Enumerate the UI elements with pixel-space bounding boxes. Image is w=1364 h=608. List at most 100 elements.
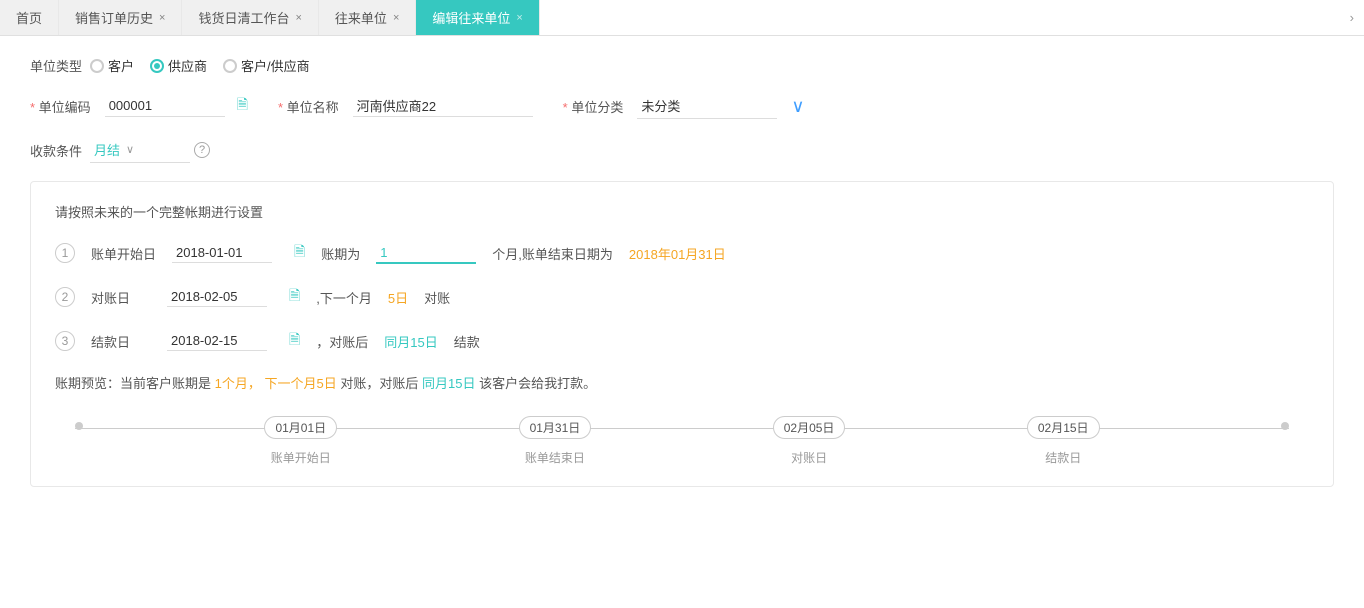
tab-counterparty[interactable]: 往来单位 × [319, 0, 416, 35]
period-cal-1[interactable]: 🗎 [294, 241, 305, 265]
timeline-points: 01月01日 账单开始日 01月31日 账单结束日 02月05日 对账日 02月… [75, 416, 1289, 466]
payment-terms-chevron[interactable]: ∨ [126, 143, 134, 156]
period-num-1: 1 [55, 243, 75, 263]
unit-category-value: 未分类 [641, 96, 680, 115]
unit-category-chevron[interactable]: ∨ [791, 96, 804, 117]
unit-name-input[interactable] [353, 95, 533, 117]
tab-scroll-arrow[interactable]: › [1340, 0, 1364, 35]
tab-counterparty-label: 往来单位 [335, 8, 387, 27]
timeline-badge-4: 02月15日 [1027, 416, 1100, 439]
unit-type-row: 单位类型 客户 供应商 客户/供应商 [30, 56, 1334, 75]
preview-reconcile: 下一个月5日 [265, 376, 337, 391]
radio-customer[interactable]: 客户 [90, 56, 134, 75]
period-highlight-3: 同月15日 [384, 332, 437, 351]
timeline-left-end [75, 422, 83, 430]
tab-edit-counterparty-label: 编辑往来单位 [432, 8, 510, 27]
period-date-1[interactable] [172, 243, 272, 263]
tab-sales-history[interactable]: 销售订单历史 × [59, 0, 182, 35]
unit-type-label: 单位类型 [30, 56, 82, 75]
unit-category-label: 单位分类 [563, 97, 624, 116]
period-num-2: 2 [55, 287, 75, 307]
tab-counterparty-close[interactable]: × [393, 12, 399, 24]
payment-terms-value: 月结 [94, 140, 120, 159]
timeline-label-1: 账单开始日 [271, 449, 331, 466]
timeline-label-3: 对账日 [791, 449, 827, 466]
unit-category-select[interactable]: 未分类 [637, 93, 777, 119]
period-suffix-2: 对账 [424, 288, 450, 307]
tab-cash-ledger[interactable]: 钱货日清工作台 × [182, 0, 318, 35]
period-months-input[interactable] [376, 243, 476, 264]
preview-period: 1个月， [215, 376, 261, 391]
tab-sales-history-close[interactable]: × [159, 12, 165, 24]
tab-edit-counterparty-close[interactable]: × [516, 12, 522, 24]
unit-details-row: 单位编码 🗎 单位名称 单位分类 未分类 ∨ [30, 93, 1334, 119]
arrow-right-icon: › [1350, 10, 1354, 25]
unit-code-cal-icon[interactable]: 🗎 [237, 94, 248, 118]
preview-reconcile-suffix: 对账，对账后 [340, 376, 418, 391]
timeline-badge-1: 01月01日 [264, 416, 337, 439]
payment-terms-select[interactable]: 月结 ∨ [90, 137, 190, 163]
radio-supplier-label: 供应商 [168, 56, 207, 75]
period-row-3: 3 结款日 🗎 ，对账后 同月15日 结款 [55, 329, 1309, 353]
radio-supplier-circle [150, 59, 164, 73]
section-title: 请按照未来的一个完整帐期进行设置 [55, 202, 1309, 221]
account-period-section: 请按照未来的一个完整帐期进行设置 1 账单开始日 🗎 账期为 个月,账单结束日期… [30, 181, 1334, 487]
period-date-3[interactable] [167, 331, 267, 351]
timeline-point-4: 02月15日 结款日 [1027, 416, 1100, 466]
payment-terms-row: 收款条件 月结 ∨ ? [30, 137, 1334, 163]
timeline-badge-3: 02月05日 [773, 416, 846, 439]
period-label-1: 账单开始日 [91, 244, 156, 263]
tab-edit-counterparty[interactable]: 编辑往来单位 × [416, 0, 539, 35]
period-end-date: 2018年01月31日 [629, 244, 726, 263]
preview-text: 账期预览：当前客户账期是 1个月， 下一个月5日 对账，对账后 同月15日 该客… [55, 373, 1309, 392]
tab-cash-ledger-label: 钱货日清工作台 [198, 8, 289, 27]
period-num-3: 3 [55, 331, 75, 351]
period-highlight-2: 5日 [388, 288, 408, 307]
main-content: 单位类型 客户 供应商 客户/供应商 单位编码 🗎 单位名称 [0, 36, 1364, 608]
help-icon[interactable]: ? [194, 142, 210, 158]
payment-terms-label: 收款条件 [30, 141, 82, 160]
period-row-2: 2 对账日 🗎 ,下一个月 5日 对账 [55, 285, 1309, 309]
timeline-end-dot [1281, 422, 1289, 430]
timeline-point-3: 02月05日 对账日 [773, 416, 846, 466]
timeline-label-2: 账单结束日 [525, 449, 585, 466]
radio-customer-label: 客户 [108, 56, 134, 75]
tab-home-label: 首页 [16, 8, 42, 27]
period-suffix-3: 结款 [454, 332, 480, 351]
timeline: 01月01日 账单开始日 01月31日 账单结束日 02月05日 对账日 02月… [55, 416, 1309, 466]
unit-code-label: 单位编码 [30, 97, 91, 116]
period-prefix-3: ，对账后 [316, 332, 368, 351]
timeline-label-4: 结款日 [1045, 449, 1081, 466]
tab-sales-history-label: 销售订单历史 [75, 8, 153, 27]
radio-both-label: 客户/供应商 [241, 56, 310, 75]
tab-cash-ledger-close[interactable]: × [295, 12, 301, 24]
radio-supplier[interactable]: 供应商 [150, 56, 207, 75]
unit-name-label: 单位名称 [278, 97, 339, 116]
tab-home[interactable]: 首页 [0, 0, 59, 35]
timeline-point-2: 01月31日 账单结束日 [519, 416, 592, 466]
period-cal-3[interactable]: 🗎 [289, 329, 300, 353]
period-row-1: 1 账单开始日 🗎 账期为 个月,账单结束日期为 2018年01月31日 [55, 241, 1309, 265]
timeline-start-dot [75, 422, 83, 430]
radio-both[interactable]: 客户/供应商 [223, 56, 310, 75]
timeline-right-end [1281, 422, 1289, 430]
preview-payment: 同月15日 [422, 376, 475, 391]
preview-label: 账期预览：当前客户账期是 [55, 376, 211, 391]
preview-payment-suffix: 该客户会给我打款。 [479, 376, 596, 391]
period-prefix-2: ,下一个月 [316, 288, 372, 307]
tabs-bar: 首页 销售订单历史 × 钱货日清工作台 × 往来单位 × 编辑往来单位 × › [0, 0, 1364, 36]
period-suffix-1b: 个月,账单结束日期为 [492, 244, 613, 263]
period-label-2: 对账日 [91, 288, 151, 307]
radio-both-circle [223, 59, 237, 73]
radio-customer-circle [90, 59, 104, 73]
unit-type-radio-group: 客户 供应商 客户/供应商 [90, 56, 310, 75]
period-suffix-1a: 账期为 [321, 244, 360, 263]
timeline-badge-2: 01月31日 [519, 416, 592, 439]
period-date-2[interactable] [167, 287, 267, 307]
unit-category-group: 单位分类 未分类 ∨ [563, 93, 805, 119]
period-label-3: 结款日 [91, 332, 151, 351]
unit-code-input[interactable] [105, 95, 225, 117]
unit-code-group: 单位编码 🗎 [30, 94, 248, 118]
period-cal-2[interactable]: 🗎 [289, 285, 300, 309]
unit-name-group: 单位名称 [278, 95, 533, 117]
